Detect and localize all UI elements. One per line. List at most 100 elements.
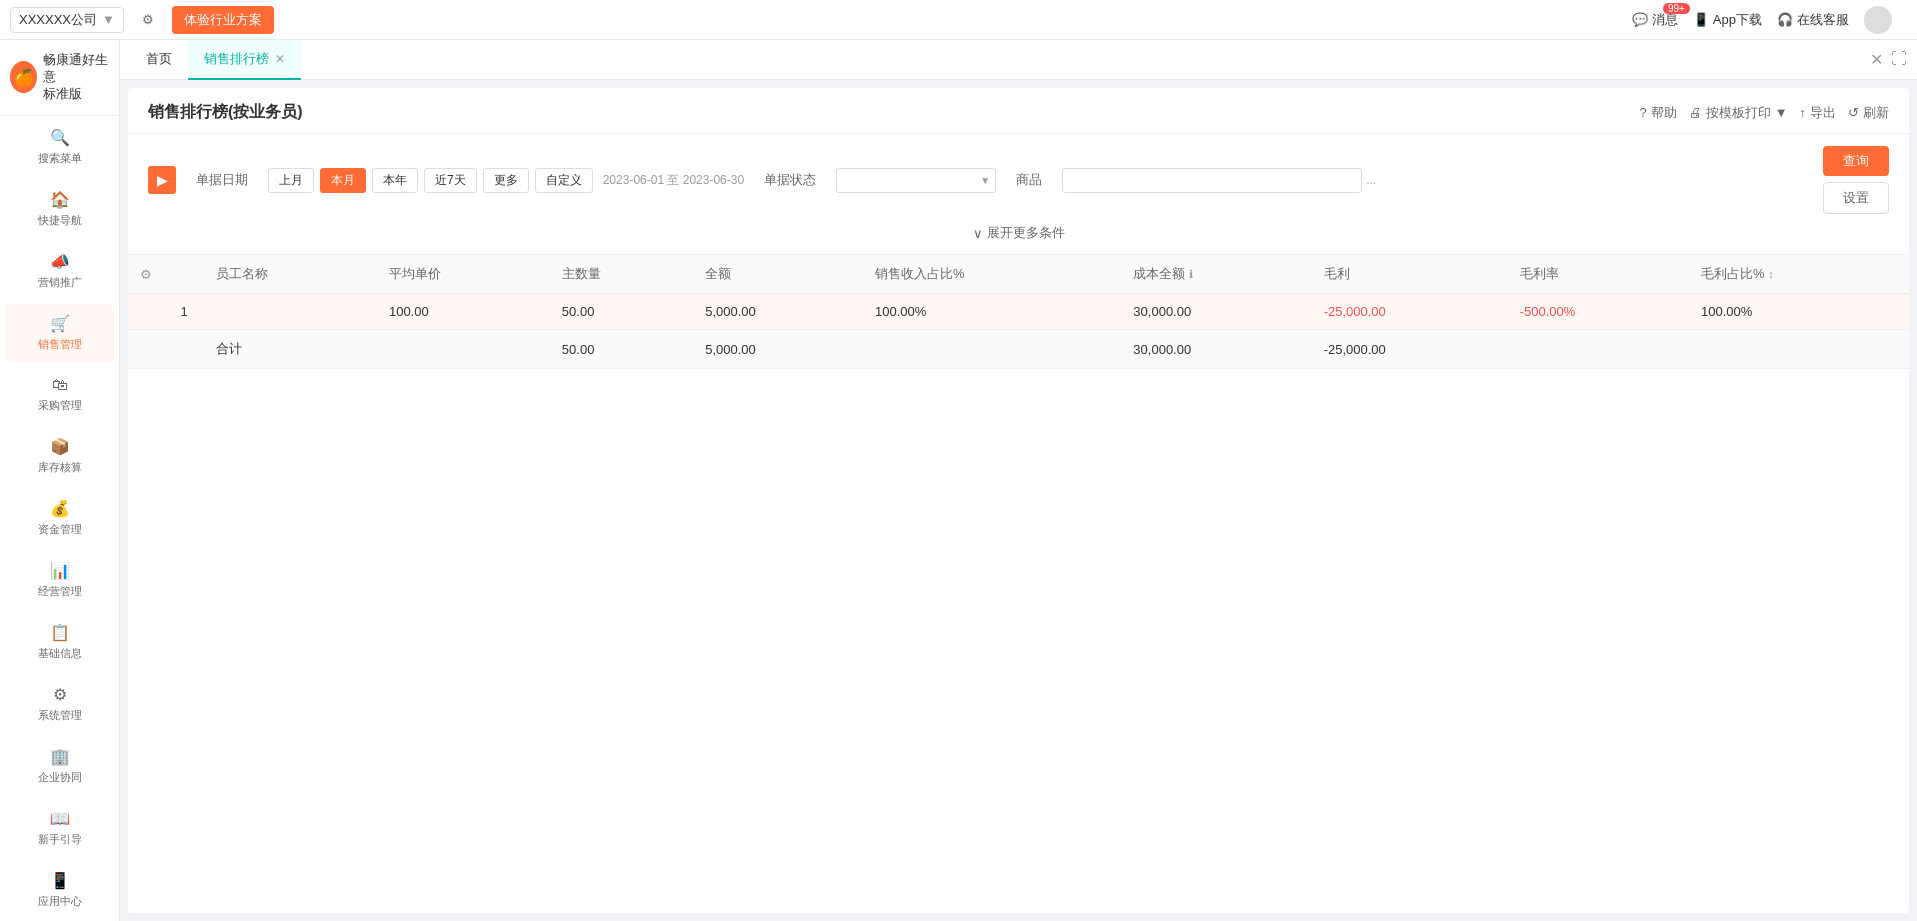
refresh-button[interactable]: ↺ 刷新: [1848, 104, 1889, 122]
export-button[interactable]: ↑ 导出: [1800, 104, 1837, 122]
expand-more-icon: ∨: [973, 226, 983, 241]
tab-home[interactable]: 首页: [130, 40, 188, 80]
col-sales-ratio: 销售收入占比%: [863, 255, 1121, 294]
date-filter: 上月 本月 本年 近7天 更多 自定义 2023-06-01 至 2023-06…: [268, 168, 744, 193]
col-cost: 成本全额 ℹ: [1121, 255, 1311, 294]
sidebar-item-appstore[interactable]: 📱 应用中心: [5, 861, 114, 919]
col-gross-rate: 毛利率: [1508, 255, 1689, 294]
goods-input[interactable]: [1062, 168, 1362, 193]
page-content: 销售排行榜(按业务员) ? 帮助 🖨 按模板打印 ▼ ↑ 导出: [128, 88, 1909, 913]
sidebar-label-inventory: 库存核算: [38, 460, 82, 475]
app-download-label: App下载: [1713, 11, 1762, 29]
help-icon: ?: [1639, 105, 1646, 120]
footer-gross-ratio: [1689, 330, 1909, 369]
sidebar-label-shortcut: 快捷导航: [38, 213, 82, 228]
footer-main-qty: 50.00: [550, 330, 693, 369]
date-btn-last-month[interactable]: 上月: [268, 168, 314, 193]
cell-amount: 5,000.00: [693, 294, 863, 330]
sidebar-item-guide[interactable]: 📖 新手引导: [5, 799, 114, 857]
cost-info-icon[interactable]: ℹ: [1189, 268, 1193, 280]
sidebar: 🍊 畅康通好生意 标准版 🔍 搜索菜单 🏠 快捷导航 📣 营销推广 🛒 销售管理…: [0, 40, 120, 921]
filter-area: ▶ 单据日期 上月 本月 本年 近7天 更多 自定义 2023-06-01 至 …: [128, 134, 1909, 255]
date-btn-this-year[interactable]: 本年: [372, 168, 418, 193]
message-badge: 99+: [1663, 3, 1690, 14]
col-main-qty: 主数量: [550, 255, 693, 294]
col-gross-ratio: 毛利占比% ↕: [1689, 255, 1909, 294]
marketing-icon: 📣: [50, 252, 70, 271]
sidebar-item-enterprise[interactable]: 🏢 企业协同: [5, 737, 114, 795]
goods-filter-label: 商品: [1016, 171, 1042, 189]
top-bar-right: 💬 消息 99+ 📱 App下载 🎧 在线客服: [1632, 6, 1907, 34]
date-btn-custom[interactable]: 自定义: [535, 168, 593, 193]
sidebar-item-basic[interactable]: 📋 基础信息: [5, 613, 114, 671]
tab-home-label: 首页: [146, 50, 172, 68]
cell-rank: 1: [164, 294, 204, 330]
sidebar-label-appstore: 应用中心: [38, 894, 82, 909]
sidebar-label-basic: 基础信息: [38, 646, 82, 661]
sidebar-item-shortcut[interactable]: 🏠 快捷导航: [5, 180, 114, 238]
sidebar-item-purchase[interactable]: 🛍 采购管理: [5, 366, 114, 423]
help-button[interactable]: ? 帮助: [1639, 104, 1676, 122]
online-service-button[interactable]: 🎧 在线客服: [1777, 11, 1849, 29]
footer-sales-ratio: [863, 330, 1121, 369]
table-footer-row: 合计 50.00 5,000.00 30,000.00 -25,000.00: [128, 330, 1909, 369]
company-name: XXXXXX公司: [19, 11, 97, 29]
date-btn-this-month[interactable]: 本月: [320, 168, 366, 193]
col-gross: 毛利: [1312, 255, 1508, 294]
tab-expand-icon[interactable]: ⛶: [1891, 50, 1907, 69]
footer-label: 合计: [204, 330, 377, 369]
message-button[interactable]: 💬 消息 99+: [1632, 11, 1678, 29]
filter-actions: 查询 设置: [1823, 146, 1889, 214]
footer-empty: [128, 330, 204, 369]
col-avg-price: 平均单价: [377, 255, 550, 294]
sidebar-item-marketing[interactable]: 📣 营销推广: [5, 242, 114, 300]
finance-icon: 💰: [50, 499, 70, 518]
top-bar: XXXXXX公司 ▼ ⚙ 体验行业方案 💬 消息 99+ 📱 App下载 🎧 在…: [0, 0, 1917, 40]
settings-icon[interactable]: ⚙: [134, 6, 162, 34]
status-filter-label: 单据状态: [764, 171, 816, 189]
sidebar-item-operation[interactable]: 📊 经营管理: [5, 551, 114, 609]
more-conditions-button[interactable]: ...: [1366, 173, 1376, 187]
col-name: 员工名称: [204, 255, 377, 294]
status-select[interactable]: [836, 168, 996, 193]
template-print-button[interactable]: 🖨 按模板打印 ▼: [1689, 104, 1788, 122]
tab-close-all-icon[interactable]: ✕: [1870, 50, 1883, 69]
online-service-label: 在线客服: [1797, 11, 1849, 29]
tab-sales-rank[interactable]: 销售排行榜 ✕: [188, 40, 301, 80]
gross-ratio-sort-icon[interactable]: ↕: [1768, 268, 1774, 280]
sales-icon: 🛒: [50, 314, 70, 333]
page-actions: ? 帮助 🖨 按模板打印 ▼ ↑ 导出 ↺ 刷新: [1639, 104, 1889, 122]
sidebar-item-sales[interactable]: 🛒 销售管理: [5, 304, 114, 362]
avatar[interactable]: [1864, 6, 1892, 34]
sidebar-item-system[interactable]: ⚙ 系统管理: [5, 675, 114, 733]
page-header: 销售排行榜(按业务员) ? 帮助 🖨 按模板打印 ▼ ↑ 导出: [128, 88, 1909, 134]
footer-cost: 30,000.00: [1121, 330, 1311, 369]
expand-more-button[interactable]: ∨ 展开更多条件: [973, 218, 1065, 242]
help-label: 帮助: [1651, 104, 1677, 122]
app-download-button[interactable]: 📱 App下载: [1693, 11, 1762, 29]
chevron-down-icon: ▼: [102, 12, 115, 27]
date-btn-more[interactable]: 更多: [483, 168, 529, 193]
refresh-label: 刷新: [1863, 104, 1889, 122]
sidebar-label-sales: 销售管理: [38, 337, 82, 352]
cell-gross-rate: -500.00%: [1508, 294, 1689, 330]
sidebar-item-search[interactable]: 🔍 搜索菜单: [5, 118, 114, 176]
date-btn-7days[interactable]: 近7天: [424, 168, 477, 193]
system-icon: ⚙: [53, 685, 67, 704]
sidebar-item-inventory[interactable]: 📦 库存核算: [5, 427, 114, 485]
sales-rank-table: ⚙ 员工名称 平均单价 主数量 全额 销售收入占比% 成本全额 ℹ 毛利 毛利率…: [128, 255, 1909, 369]
col-settings[interactable]: ⚙: [128, 255, 164, 294]
query-button[interactable]: 查询: [1823, 146, 1889, 176]
filter-expand-arrow-button[interactable]: ▶: [148, 166, 176, 194]
filter-settings-button[interactable]: 设置: [1823, 182, 1889, 214]
sidebar-label-search: 搜索菜单: [38, 151, 82, 166]
logo-line2: 标准版: [43, 86, 109, 103]
purchase-icon: 🛍: [52, 376, 68, 394]
cell-sales-ratio: 100.00%: [863, 294, 1121, 330]
cell-main-qty: 50.00: [550, 294, 693, 330]
cell-name: [204, 294, 377, 330]
sidebar-item-finance[interactable]: 💰 资金管理: [5, 489, 114, 547]
company-selector[interactable]: XXXXXX公司 ▼: [10, 7, 124, 33]
trial-button[interactable]: 体验行业方案: [172, 6, 274, 34]
tab-close-icon[interactable]: ✕: [275, 52, 285, 66]
